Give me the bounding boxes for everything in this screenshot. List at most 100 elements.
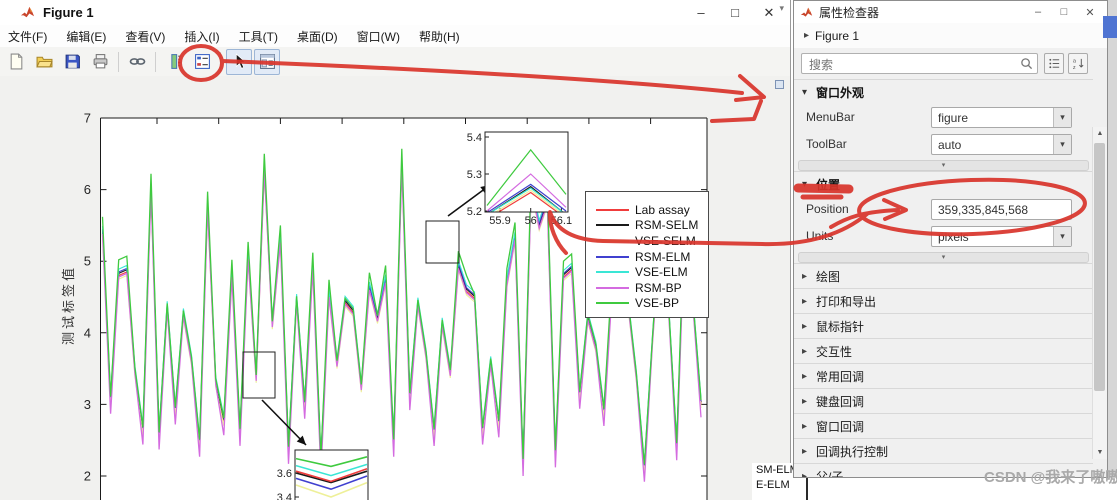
menu-item-2[interactable]: 查看(V) [125, 28, 165, 45]
selection-handle[interactable] [775, 80, 784, 89]
group-view-button[interactable] [1044, 53, 1064, 74]
collapsed-section-2[interactable]: ▸ 鼠标指针 [794, 313, 1093, 338]
legend-entry: VSE-BP [596, 296, 704, 312]
legend-entry: RSM-BP [596, 280, 704, 296]
section-label: 交互性 [816, 344, 853, 359]
inspector-maximize-button[interactable]: □ [1051, 1, 1077, 23]
chevron-down-icon: ▾ [802, 86, 808, 98]
property-value: pixels [938, 230, 969, 244]
collapse-strip[interactable]: ▾ [794, 158, 1093, 171]
figure-window: Figure 1 – □ ✕ 文件(F) 编辑(E) 查看(V) 插入(I) 工具(T)… [0, 0, 791, 500]
chevron-right-icon: ▸ [802, 270, 808, 282]
svg-text:5.4: 5.4 [467, 132, 482, 144]
section-label: 鼠标指针 [816, 319, 865, 334]
inspector-minimize-button[interactable]: – [1025, 1, 1051, 23]
figure-maximize-button[interactable]: □ [718, 0, 752, 25]
scroll-up-icon[interactable]: ▲ [1093, 127, 1107, 140]
save-figure-button[interactable] [59, 49, 85, 75]
scrollbar-thumb[interactable] [1094, 143, 1105, 391]
matlab-logo-icon [20, 6, 35, 18]
sort-az-button[interactable]: az [1068, 53, 1088, 74]
property-inspector-button[interactable] [254, 48, 280, 75]
position-input[interactable]: 359,335,845,568 [931, 199, 1072, 220]
menu-item-5[interactable]: 桌面(D) [297, 28, 338, 45]
figure-minimize-button[interactable]: – [684, 0, 718, 25]
dropdown-arrow-icon[interactable]: ▾ [1053, 135, 1071, 154]
section-label: 常用回调 [816, 369, 865, 384]
chevron-right-icon: ▸ [802, 320, 808, 332]
legend-label: RSM-ELM [635, 249, 691, 264]
open-file-button[interactable] [31, 49, 57, 75]
edit-plot-button[interactable] [226, 48, 252, 75]
collapse-strip[interactable]: ▾ [794, 250, 1093, 263]
legend-entry: VSE-SELM [596, 233, 704, 249]
collapsed-section-4[interactable]: ▸ 常用回调 [794, 363, 1093, 388]
menu-item-6[interactable]: 窗口(W) [357, 28, 400, 45]
menu-item-0[interactable]: 文件(F) [8, 28, 47, 45]
chevron-right-icon: ▸ [802, 470, 808, 478]
new-figure-button[interactable] [3, 49, 29, 75]
link-plot-button[interactable] [124, 49, 150, 75]
svg-text:4: 4 [84, 325, 91, 340]
collapsed-section-0[interactable]: ▸ 绘图 [794, 263, 1093, 288]
collapsed-section-6[interactable]: ▸ 窗口回调 [794, 413, 1093, 438]
inspector-titlebar: 属性检查器 – □ ✕ [794, 1, 1107, 24]
property-inspector-panel: 属性检查器 – □ ✕ ▸ Figure 1 az ▾ 窗口外观 MenuBar fi… [793, 0, 1108, 478]
svg-text:2: 2 [84, 469, 91, 484]
property-value: 359,335,845,568 [938, 203, 1029, 217]
section-label: 窗口外观 [816, 85, 865, 100]
screenshot-stage: Figure 1 – □ ✕ 文件(F) 编辑(E) 查看(V) 插入(I) 工具(T)… [0, 0, 1117, 500]
collapsed-section-1[interactable]: ▸ 打印和导出 [794, 288, 1093, 313]
collapsed-section-5[interactable]: ▸ 键盘回调 [794, 388, 1093, 413]
legend-line-sample [596, 302, 629, 305]
search-box [801, 53, 1038, 74]
section-label: 父/子 [816, 469, 844, 478]
menu-item-4[interactable]: 工具(T) [239, 28, 278, 45]
menubar-dropdown[interactable]: figure ▾ [931, 107, 1072, 128]
figure-toolbar [0, 47, 790, 77]
legend-entry: RSM-ELM [596, 249, 704, 265]
collapsed-section-3[interactable]: ▸ 交互性 [794, 338, 1093, 363]
property-row-toolbar: ToolBar auto ▾ [794, 131, 1093, 158]
menu-item-1[interactable]: 编辑(E) [66, 28, 106, 45]
dropdown-arrow-icon[interactable]: ▾ [1053, 108, 1071, 127]
menu-item-7[interactable]: 帮助(H) [419, 28, 460, 45]
background-blue-element [1103, 16, 1117, 38]
scroll-down-icon[interactable]: ▼ [1093, 446, 1107, 459]
inspector-body: ▾ 窗口外观 MenuBar figure ▾ ToolBar auto ▾ ▾ ▾ 位置 Posit… [794, 79, 1093, 477]
menu-item-3[interactable]: 插入(I) [184, 28, 219, 45]
search-input[interactable] [807, 55, 1011, 74]
plot-legend[interactable]: Lab assay RSM-SELM VSE-SELM RSM-ELM VSE-ELM R… [585, 191, 709, 319]
insert-legend-button[interactable] [189, 49, 215, 75]
toolbar-dropdown[interactable]: auto ▾ [931, 134, 1072, 155]
section-label: 窗口回调 [816, 419, 865, 434]
chevron-right-icon: ▸ [802, 345, 808, 357]
figure-canvas: 7 6 5 4 3 2 测试标签值 5.4 5.3 5.2 55.9 56 56.1 3.6 3.4 Lab… [0, 76, 790, 500]
print-figure-button[interactable] [87, 49, 113, 75]
legend-line-sample [596, 208, 629, 211]
units-dropdown[interactable]: pixels ▾ [931, 226, 1072, 247]
figure-menubar: 文件(F) 编辑(E) 查看(V) 插入(I) 工具(T) 桌面(D) 窗口(W) 帮助(H) [0, 25, 790, 48]
chevron-right-icon: ▸ [804, 30, 810, 41]
collapsed-section-7[interactable]: ▸ 回调执行控制 [794, 438, 1093, 463]
dropdown-arrow-icon[interactable]: ▾ [1053, 227, 1071, 246]
svg-text:5.3: 5.3 [467, 169, 482, 181]
legend-entry: RSM-SELM [596, 218, 704, 234]
inspector-close-button[interactable]: ✕ [1077, 1, 1103, 23]
svg-text:z: z [1072, 65, 1075, 70]
section-header-0[interactable]: ▾ 窗口外观 [794, 79, 1093, 104]
insert-colorbar-button[interactable] [161, 49, 187, 75]
legend-label: RSM-BP [635, 280, 682, 295]
property-row-units: Units pixels ▾ [794, 223, 1093, 250]
inspector-scrollbar[interactable]: ▲ ▼ [1092, 127, 1107, 459]
svg-text:7: 7 [84, 111, 91, 126]
property-row-position: Position 359,335,845,568 [794, 196, 1093, 223]
property-label: Units [806, 229, 834, 243]
property-label: ToolBar [806, 137, 847, 151]
section-header-1[interactable]: ▾ 位置 [794, 171, 1093, 196]
section-label: 位置 [816, 177, 841, 192]
inspector-object-row[interactable]: ▸ Figure 1 [794, 23, 1107, 49]
menubar-overflow-icon[interactable]: ▾ [779, 3, 784, 14]
svg-text:测试标签值: 测试标签值 [61, 265, 76, 345]
section-label: 打印和导出 [816, 294, 877, 309]
